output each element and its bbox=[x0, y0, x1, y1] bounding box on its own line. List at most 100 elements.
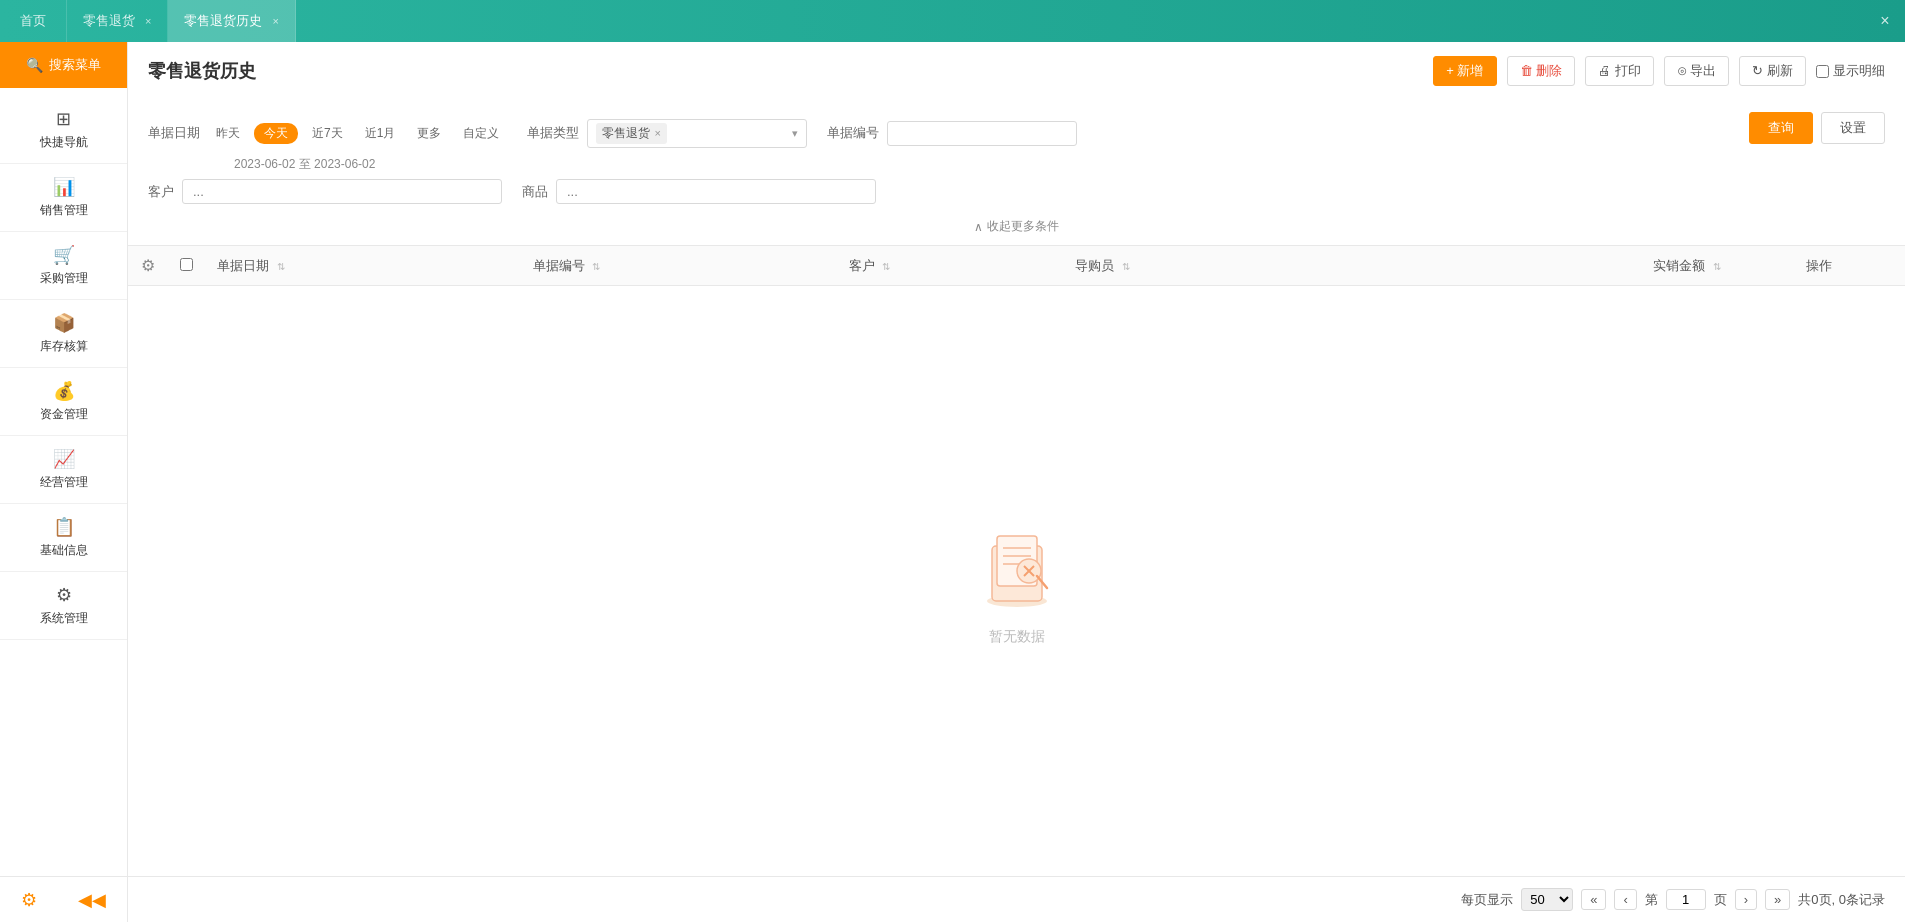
base-info-icon: 📋 bbox=[53, 516, 75, 538]
operation-icon: 📈 bbox=[53, 448, 75, 470]
custom-btn[interactable]: 自定义 bbox=[455, 123, 507, 144]
th-amount-sort[interactable]: ⇅ bbox=[1713, 261, 1721, 272]
more-btn[interactable]: 更多 bbox=[409, 123, 449, 144]
page-title-row: 零售退货历史 + 新增 🗑 删除 🖨 打印 ⊙ 导出 ↻ 刷新 显示明细 bbox=[148, 56, 1885, 86]
print-button[interactable]: 🖨 打印 bbox=[1585, 56, 1654, 86]
th-actions: 操作 bbox=[1733, 246, 1905, 286]
sidebar-item-inventory-label: 库存核算 bbox=[40, 338, 88, 355]
sidebar-item-sys-mgmt-label: 系统管理 bbox=[40, 610, 88, 627]
th-guide: 导购员 ⇅ bbox=[1063, 246, 1334, 286]
next-page-btn[interactable]: › bbox=[1735, 889, 1757, 910]
tab-retail-return-history-close[interactable]: × bbox=[272, 15, 278, 27]
tab-home[interactable]: 首页 bbox=[0, 0, 67, 42]
th-customer: 客户 ⇅ bbox=[837, 246, 1063, 286]
page-number-input[interactable] bbox=[1666, 889, 1706, 910]
customer-filter: 客户 bbox=[148, 179, 502, 204]
date-range-display: 2023-06-02 至 2023-06-02 bbox=[234, 157, 375, 171]
query-button[interactable]: 查询 bbox=[1749, 112, 1813, 144]
sidebar-search[interactable]: 🔍 搜索菜单 bbox=[0, 42, 127, 88]
sales-mgmt-icon: 📊 bbox=[53, 176, 75, 198]
show-detail-check[interactable]: 显示明细 bbox=[1816, 62, 1885, 80]
type-select[interactable]: 零售退货 × ▾ bbox=[587, 119, 807, 148]
sidebar-item-sys-mgmt[interactable]: ⚙ 系统管理 bbox=[0, 572, 127, 640]
pagination: 每页显示 50 10 20 100 « ‹ 第 页 › » 共0页, 0条记录 bbox=[128, 876, 1905, 922]
tab-home-label: 首页 bbox=[20, 12, 46, 30]
sidebar-item-base-info-label: 基础信息 bbox=[40, 542, 88, 559]
finance-icon: 💰 bbox=[53, 380, 75, 402]
th-actions-label: 操作 bbox=[1806, 258, 1832, 273]
goods-filter: 商品 bbox=[522, 179, 876, 204]
voucher-input[interactable] bbox=[887, 121, 1077, 146]
sidebar-item-base-info[interactable]: 📋 基础信息 bbox=[0, 504, 127, 572]
yesterday-btn[interactable]: 昨天 bbox=[208, 123, 248, 144]
type-tag-remove[interactable]: × bbox=[654, 127, 660, 139]
export-button[interactable]: ⊙ 导出 bbox=[1664, 56, 1730, 86]
last7days-btn[interactable]: 近7天 bbox=[304, 123, 351, 144]
sidebar-item-sales-mgmt[interactable]: 📊 销售管理 bbox=[0, 164, 127, 232]
voucher-filter-label: 单据编号 bbox=[827, 124, 879, 142]
filter-row-2: 客户 商品 bbox=[148, 179, 1885, 204]
sidebar-item-finance[interactable]: 💰 资金管理 bbox=[0, 368, 127, 436]
sidebar-item-operation[interactable]: 📈 经营管理 bbox=[0, 436, 127, 504]
th-voucher-no: 单据编号 ⇅ bbox=[521, 246, 837, 286]
th-date-sort[interactable]: ⇅ bbox=[277, 261, 285, 272]
last1month-btn[interactable]: 近1月 bbox=[357, 123, 404, 144]
last-page-btn[interactable]: » bbox=[1765, 889, 1790, 910]
prev-page-btn[interactable]: ‹ bbox=[1614, 889, 1636, 910]
show-detail-checkbox[interactable] bbox=[1816, 65, 1829, 78]
inventory-icon: 📦 bbox=[53, 312, 75, 334]
top-bar: 首页 零售退货 × 零售退货历史 × × bbox=[0, 0, 1905, 42]
date-filter-label: 单据日期 bbox=[148, 124, 200, 142]
customer-filter-label: 客户 bbox=[148, 183, 174, 201]
tab-retail-return-history[interactable]: 零售退货历史 × bbox=[168, 0, 295, 42]
per-page-select[interactable]: 50 10 20 100 bbox=[1521, 888, 1573, 911]
empty-state: 暂无数据 bbox=[128, 286, 1905, 876]
page-title: 零售退货历史 bbox=[148, 59, 256, 83]
add-button[interactable]: + 新增 bbox=[1433, 56, 1496, 86]
tab-retail-return-close[interactable]: × bbox=[145, 15, 151, 27]
th-amount-label: 实销金额 bbox=[1653, 258, 1705, 273]
filter-area: 单据日期 昨天 今天 近7天 近1月 更多 自定义 单据类型 bbox=[148, 100, 1885, 245]
data-table: ⚙ 单据日期 ⇅ 单据编号 ⇅ bbox=[128, 246, 1905, 286]
voucher-filter: 单据编号 bbox=[827, 121, 1077, 146]
page-label: 第 bbox=[1645, 891, 1658, 909]
sidebar-item-purchase-mgmt-label: 采购管理 bbox=[40, 270, 88, 287]
window-close-button[interactable]: × bbox=[1865, 0, 1905, 42]
delete-button[interactable]: 🗑 删除 bbox=[1507, 56, 1576, 86]
th-spacer bbox=[1334, 246, 1417, 286]
th-customer-label: 客户 bbox=[849, 258, 875, 273]
type-tag: 零售退货 × bbox=[596, 123, 666, 144]
th-guide-sort[interactable]: ⇅ bbox=[1122, 261, 1130, 272]
show-detail-label: 显示明细 bbox=[1833, 62, 1885, 80]
refresh-button[interactable]: ↻ 刷新 bbox=[1739, 56, 1806, 86]
customer-input[interactable] bbox=[182, 179, 502, 204]
page-header: 零售退货历史 + 新增 🗑 删除 🖨 打印 ⊙ 导出 ↻ 刷新 显示明细 bbox=[128, 42, 1905, 246]
goods-input[interactable] bbox=[556, 179, 876, 204]
tab-retail-return[interactable]: 零售退货 × bbox=[67, 0, 168, 42]
purchase-mgmt-icon: 🛒 bbox=[53, 244, 75, 266]
collapse-icon: ∧ bbox=[974, 220, 983, 234]
today-btn[interactable]: 今天 bbox=[254, 123, 298, 144]
empty-text: 暂无数据 bbox=[989, 628, 1045, 646]
footer-audio-icon[interactable]: ◀◀ bbox=[78, 889, 106, 911]
first-page-btn[interactable]: « bbox=[1581, 889, 1606, 910]
select-all-checkbox[interactable] bbox=[180, 258, 193, 271]
sidebar-item-purchase-mgmt[interactable]: 🛒 采购管理 bbox=[0, 232, 127, 300]
sidebar-item-inventory[interactable]: 📦 库存核算 bbox=[0, 300, 127, 368]
sidebar-item-sales-mgmt-label: 销售管理 bbox=[40, 202, 88, 219]
toolbar: + 新增 🗑 删除 🖨 打印 ⊙ 导出 ↻ 刷新 显示明细 bbox=[1433, 56, 1885, 86]
th-date: 单据日期 ⇅ bbox=[205, 246, 521, 286]
sidebar-item-operation-label: 经营管理 bbox=[40, 474, 88, 491]
main-layout: 🔍 搜索菜单 ⊞ 快捷导航 📊 销售管理 🛒 采购管理 📦 库存核算 💰 bbox=[0, 42, 1905, 922]
collapse-bar[interactable]: ∧ 收起更多条件 bbox=[148, 214, 1885, 245]
setting-button[interactable]: 设置 bbox=[1821, 112, 1885, 144]
sidebar-item-quick-nav[interactable]: ⊞ 快捷导航 bbox=[0, 96, 127, 164]
per-page-label: 每页显示 bbox=[1461, 891, 1513, 909]
th-customer-sort[interactable]: ⇅ bbox=[882, 261, 890, 272]
th-voucher-sort[interactable]: ⇅ bbox=[592, 261, 600, 272]
collapse-label: 收起更多条件 bbox=[987, 218, 1059, 235]
type-filter: 单据类型 零售退货 × ▾ bbox=[527, 119, 807, 148]
table-settings-icon[interactable]: ⚙ bbox=[141, 257, 155, 274]
sidebar: 🔍 搜索菜单 ⊞ 快捷导航 📊 销售管理 🛒 采购管理 📦 库存核算 💰 bbox=[0, 42, 128, 922]
footer-settings-icon[interactable]: ⚙ bbox=[21, 889, 37, 911]
